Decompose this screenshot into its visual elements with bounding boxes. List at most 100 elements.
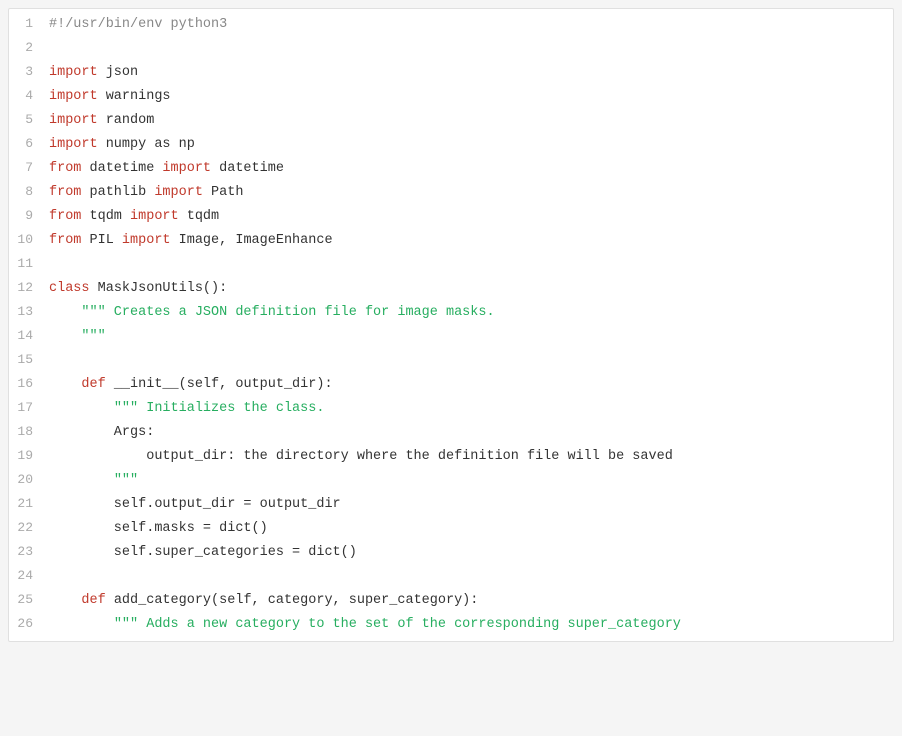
code-line: 19 output_dir: the directory where the d… <box>9 445 893 469</box>
line-number: 6 <box>9 136 49 151</box>
token-normal: Path <box>203 185 244 200</box>
line-content[interactable]: Args: <box>49 421 893 445</box>
token-shebang: #!/usr/bin/env python3 <box>49 17 227 32</box>
line-number: 23 <box>9 544 49 559</box>
token-normal: datetime <box>211 161 284 176</box>
line-content[interactable]: self.masks = dict() <box>49 517 893 541</box>
line-content[interactable]: output_dir: the directory where the defi… <box>49 445 893 469</box>
token-import: import <box>122 233 171 248</box>
code-line: 6import numpy as np <box>9 133 893 157</box>
token-import: import <box>130 209 179 224</box>
token-import: import <box>154 185 203 200</box>
line-content[interactable] <box>49 565 893 589</box>
line-content[interactable]: self.super_categories = dict() <box>49 541 893 565</box>
line-number: 8 <box>9 184 49 199</box>
line-content[interactable]: import numpy as np <box>49 133 893 157</box>
line-content[interactable]: """ <box>49 469 893 493</box>
line-content[interactable]: import random <box>49 109 893 133</box>
token-normal <box>49 401 114 416</box>
token-normal: self.super_categories = dict() <box>49 545 357 560</box>
token-normal: output_dir: the directory where the defi… <box>49 449 673 464</box>
line-content[interactable] <box>49 253 893 277</box>
token-normal: pathlib <box>81 185 154 200</box>
token-normal: Image, ImageEnhance <box>171 233 333 248</box>
token-import: import <box>162 161 211 176</box>
line-content[interactable]: """ Creates a JSON definition file for i… <box>49 301 893 325</box>
token-normal: warnings <box>98 89 171 104</box>
line-number: 24 <box>9 568 49 583</box>
line-content[interactable] <box>49 37 893 61</box>
code-line: 21 self.output_dir = output_dir <box>9 493 893 517</box>
line-number: 13 <box>9 304 49 319</box>
code-line: 25 def add_category(self, category, supe… <box>9 589 893 613</box>
token-normal: random <box>98 113 155 128</box>
code-line: 18 Args: <box>9 421 893 445</box>
token-normal <box>49 329 81 344</box>
token-string: """ <box>81 329 105 344</box>
line-number: 26 <box>9 616 49 631</box>
code-line: 8from pathlib import Path <box>9 181 893 205</box>
line-number: 10 <box>9 232 49 247</box>
token-normal: json <box>98 65 139 80</box>
code-line: 5import random <box>9 109 893 133</box>
token-string: """ Initializes the class. <box>114 401 325 416</box>
line-content[interactable]: """ <box>49 325 893 349</box>
line-content[interactable]: """ Initializes the class. <box>49 397 893 421</box>
line-number: 25 <box>9 592 49 607</box>
line-number: 9 <box>9 208 49 223</box>
code-editor: 1#!/usr/bin/env python32 3import json4im… <box>8 8 894 642</box>
line-number: 20 <box>9 472 49 487</box>
line-number: 11 <box>9 256 49 271</box>
line-content[interactable]: def add_category(self, category, super_c… <box>49 589 893 613</box>
line-number: 18 <box>9 424 49 439</box>
token-from: from <box>49 209 81 224</box>
token-normal <box>49 305 81 320</box>
line-content[interactable]: from tqdm import tqdm <box>49 205 893 229</box>
token-string: """ Creates a JSON definition file for i… <box>81 305 494 320</box>
line-content[interactable]: from PIL import Image, ImageEnhance <box>49 229 893 253</box>
code-line: 3import json <box>9 61 893 85</box>
token-class: class <box>49 281 90 296</box>
code-line: 14 """ <box>9 325 893 349</box>
line-content[interactable]: import json <box>49 61 893 85</box>
token-normal <box>49 473 114 488</box>
line-content[interactable]: self.output_dir = output_dir <box>49 493 893 517</box>
token-def: def <box>81 377 105 392</box>
token-normal: tqdm <box>179 209 220 224</box>
token-normal: add_category(self, category, super_categ… <box>106 593 479 608</box>
code-line: 10from PIL import Image, ImageEnhance <box>9 229 893 253</box>
code-line: 4import warnings <box>9 85 893 109</box>
line-number: 19 <box>9 448 49 463</box>
line-content[interactable]: class MaskJsonUtils(): <box>49 277 893 301</box>
token-normal: numpy as np <box>98 137 195 152</box>
line-content[interactable] <box>49 349 893 373</box>
code-lines: 1#!/usr/bin/env python32 3import json4im… <box>9 9 893 641</box>
line-content[interactable]: """ Adds a new category to the set of th… <box>49 613 893 637</box>
line-number: 14 <box>9 328 49 343</box>
code-line: 22 self.masks = dict() <box>9 517 893 541</box>
token-normal: self.masks = dict() <box>49 521 268 536</box>
token-import: import <box>49 65 98 80</box>
line-number: 22 <box>9 520 49 535</box>
token-from: from <box>49 233 81 248</box>
token-from: from <box>49 185 81 200</box>
token-import: import <box>49 89 98 104</box>
token-normal: MaskJsonUtils(): <box>90 281 228 296</box>
line-content[interactable]: from datetime import datetime <box>49 157 893 181</box>
line-content[interactable]: #!/usr/bin/env python3 <box>49 13 893 37</box>
line-number: 16 <box>9 376 49 391</box>
code-line: 9from tqdm import tqdm <box>9 205 893 229</box>
code-line: 12class MaskJsonUtils(): <box>9 277 893 301</box>
line-number: 21 <box>9 496 49 511</box>
line-content[interactable]: from pathlib import Path <box>49 181 893 205</box>
line-number: 17 <box>9 400 49 415</box>
token-from: from <box>49 161 81 176</box>
code-line: 7from datetime import datetime <box>9 157 893 181</box>
token-normal <box>49 377 81 392</box>
line-content[interactable]: def __init__(self, output_dir): <box>49 373 893 397</box>
code-line: 15 <box>9 349 893 373</box>
token-string: """ <box>114 473 138 488</box>
line-number: 7 <box>9 160 49 175</box>
line-content[interactable]: import warnings <box>49 85 893 109</box>
token-import: import <box>49 137 98 152</box>
